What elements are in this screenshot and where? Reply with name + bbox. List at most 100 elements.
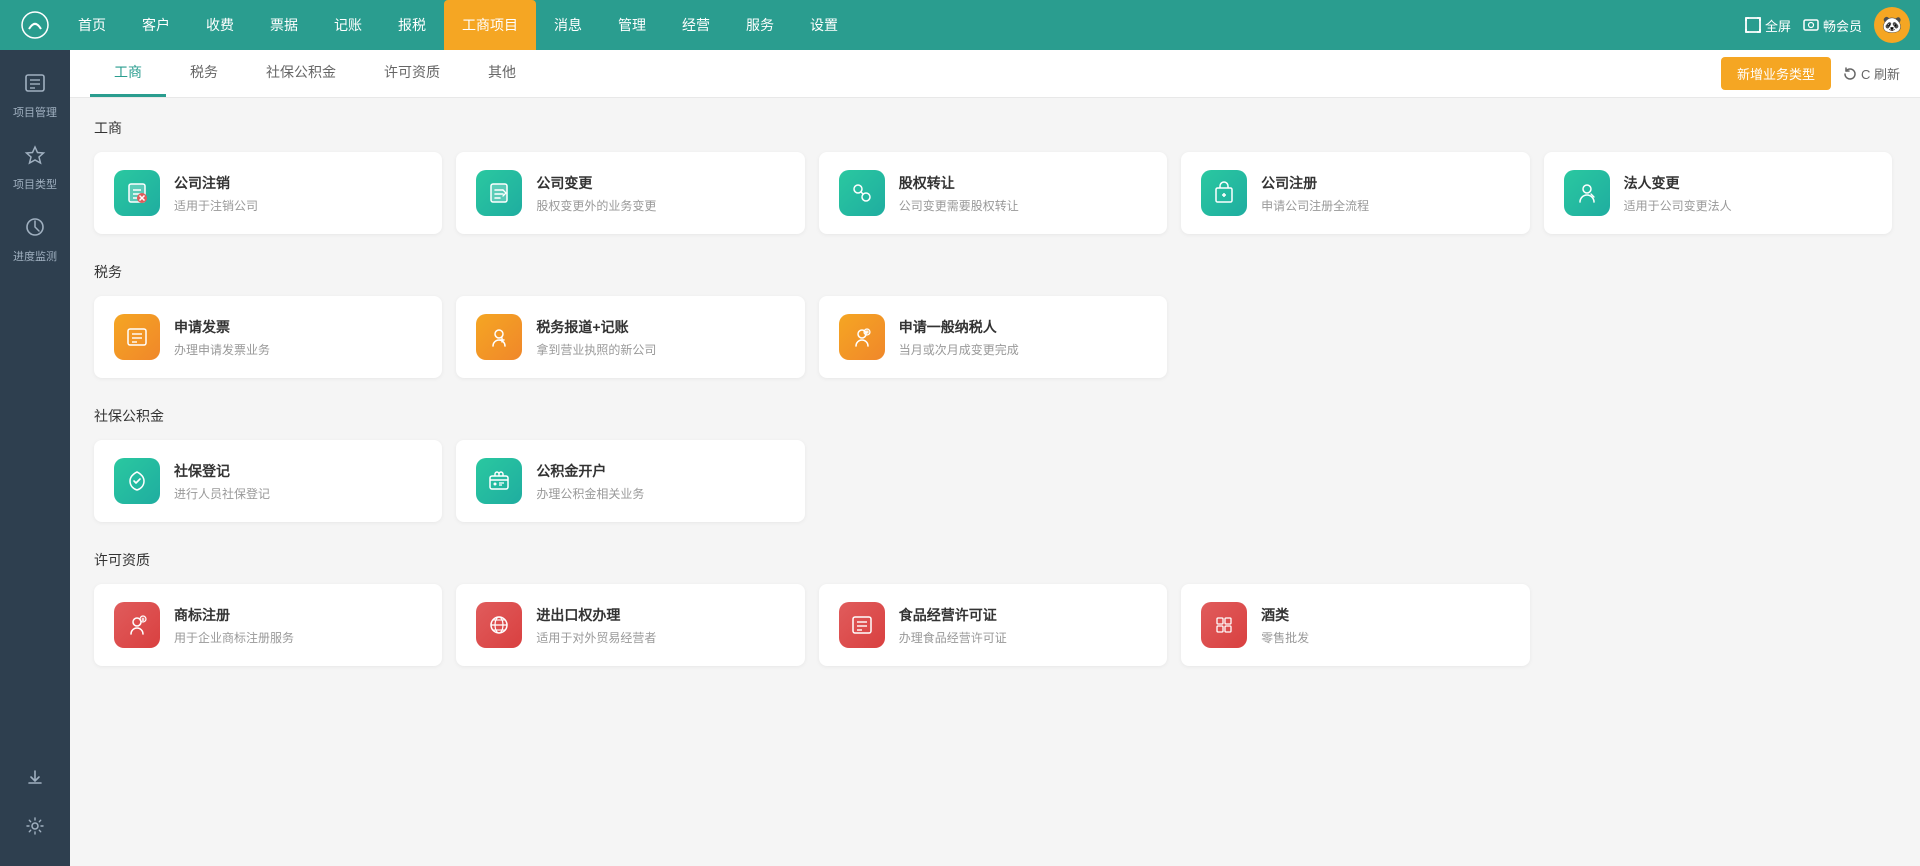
- card-icon-trademark: [114, 602, 160, 648]
- card-title-import-export: 进出口权办理: [536, 605, 656, 625]
- card-desc-legal-change: 适用于公司变更法人: [1624, 197, 1732, 214]
- section-title-shuiwu: 税务: [94, 262, 1896, 282]
- tab-shebao[interactable]: 社保公积金: [242, 50, 360, 97]
- card-company-cancel[interactable]: 公司注销 适用于注销公司: [94, 152, 442, 234]
- card-general-taxpayer[interactable]: 申请一般纳税人 当月或次月成变更完成: [819, 296, 1167, 378]
- card-trademark[interactable]: 商标注册 用于企业商标注册服务: [94, 584, 442, 666]
- nav-right: 全屏 畅会员 🐼: [1745, 7, 1910, 43]
- card-icon-liquor: [1201, 602, 1247, 648]
- section-title-xuke: 许可资质: [94, 550, 1896, 570]
- card-title-liquor: 酒类: [1261, 605, 1309, 625]
- add-type-button[interactable]: 新增业务类型: [1721, 57, 1831, 90]
- nav-operation[interactable]: 经营: [664, 0, 728, 50]
- tab-gongshang[interactable]: 工商: [90, 50, 166, 97]
- sidebar-label-progress: 进度监测: [13, 248, 57, 264]
- card-title-tax-report: 税务报道+记账: [536, 317, 656, 337]
- sidebar: 项目管理 项目类型 进度监测: [0, 50, 70, 866]
- tab-xuke[interactable]: 许可资质: [360, 50, 464, 97]
- nav-bill[interactable]: 票据: [252, 0, 316, 50]
- card-desc-social-insurance: 进行人员社保登记: [174, 485, 270, 502]
- card-text-company-cancel: 公司注销 适用于注销公司: [174, 173, 258, 214]
- card-title-company-register: 公司注册: [1261, 173, 1369, 193]
- refresh-button[interactable]: C 刷新: [1843, 64, 1900, 83]
- card-icon-equity-transfer: [839, 170, 885, 216]
- card-text-invoice-apply: 申请发票 办理申请发票业务: [174, 317, 270, 358]
- tab-shuiwu[interactable]: 税务: [166, 50, 242, 97]
- nav-fee[interactable]: 收费: [188, 0, 252, 50]
- nav-home[interactable]: 首页: [60, 0, 124, 50]
- card-title-legal-change: 法人变更: [1624, 173, 1732, 193]
- card-import-export[interactable]: 进出口权办理 适用于对外贸易经营者: [456, 584, 804, 666]
- tab-actions: 新增业务类型 C 刷新: [1721, 57, 1900, 90]
- nav-client[interactable]: 客户: [124, 0, 188, 50]
- nav-bizproject[interactable]: 工商项目: [444, 0, 536, 50]
- card-text-provident-fund: 公积金开户 办理公积金相关业务: [536, 461, 644, 502]
- nav-tax[interactable]: 报税: [380, 0, 444, 50]
- card-desc-company-cancel: 适用于注销公司: [174, 197, 258, 214]
- progress-icon: [24, 216, 46, 244]
- card-icon-import-export: [476, 602, 522, 648]
- card-icon-legal-change: [1564, 170, 1610, 216]
- app-logo: [10, 0, 60, 50]
- nav-message[interactable]: 消息: [536, 0, 600, 50]
- section-title-shebao: 社保公积金: [94, 406, 1896, 426]
- card-title-equity-transfer: 股权转让: [899, 173, 1019, 193]
- sidebar-label-project-type: 项目类型: [13, 176, 57, 192]
- card-text-liquor: 酒类 零售批发: [1261, 605, 1309, 646]
- cards-grid-shuiwu: 申请发票 办理申请发票业务 税务报道+记账 拿到营业执照的新: [94, 296, 1896, 378]
- top-navbar: 首页 客户 收费 票据 记账 报税 工商项目 消息 管理 经营 服务 设置 全屏…: [0, 0, 1920, 50]
- member-button[interactable]: 畅会员: [1803, 16, 1862, 35]
- content-area: 工商 税务 社保公积金 许可资质 其他 新增业务类型 C 刷新 工: [70, 50, 1920, 866]
- card-title-invoice-apply: 申请发票: [174, 317, 270, 337]
- card-company-register[interactable]: 公司注册 申请公司注册全流程: [1181, 152, 1529, 234]
- sidebar-item-progress[interactable]: 进度监测: [0, 204, 70, 276]
- card-liquor[interactable]: 酒类 零售批发: [1181, 584, 1529, 666]
- card-tax-report[interactable]: 税务报道+记账 拿到营业执照的新公司: [456, 296, 804, 378]
- fullscreen-button[interactable]: 全屏: [1745, 16, 1791, 35]
- card-icon-invoice-apply: [114, 314, 160, 360]
- member-label: 畅会员: [1823, 16, 1862, 35]
- card-title-social-insurance: 社保登记: [174, 461, 270, 481]
- card-desc-company-change: 股权变更外的业务变更: [536, 197, 656, 214]
- sidebar-item-project-type[interactable]: 项目类型: [0, 132, 70, 204]
- card-text-general-taxpayer: 申请一般纳税人 当月或次月成变更完成: [899, 317, 1019, 358]
- tab-other[interactable]: 其他: [464, 50, 540, 97]
- card-desc-tax-report: 拿到营业执照的新公司: [536, 341, 656, 358]
- card-icon-provident-fund: [476, 458, 522, 504]
- card-desc-company-register: 申请公司注册全流程: [1261, 197, 1369, 214]
- card-desc-import-export: 适用于对外贸易经营者: [536, 629, 656, 646]
- card-title-trademark: 商标注册: [174, 605, 294, 625]
- sidebar-settings-button[interactable]: [15, 806, 55, 846]
- refresh-label: C 刷新: [1861, 64, 1900, 83]
- sidebar-item-project-mgmt[interactable]: 项目管理: [0, 60, 70, 132]
- card-company-change[interactable]: 公司变更 股权变更外的业务变更: [456, 152, 804, 234]
- card-text-food-license: 食品经营许可证 办理食品经营许可证: [899, 605, 1007, 646]
- project-mgmt-icon: [24, 72, 46, 100]
- card-social-insurance[interactable]: 社保登记 进行人员社保登记: [94, 440, 442, 522]
- card-text-legal-change: 法人变更 适用于公司变更法人: [1624, 173, 1732, 214]
- card-text-import-export: 进出口权办理 适用于对外贸易经营者: [536, 605, 656, 646]
- card-text-company-change: 公司变更 股权变更外的业务变更: [536, 173, 656, 214]
- card-icon-company-change: [476, 170, 522, 216]
- card-invoice-apply[interactable]: 申请发票 办理申请发票业务: [94, 296, 442, 378]
- card-legal-change[interactable]: 法人变更 适用于公司变更法人: [1544, 152, 1892, 234]
- card-title-food-license: 食品经营许可证: [899, 605, 1007, 625]
- card-desc-food-license: 办理食品经营许可证: [899, 629, 1007, 646]
- cards-grid-xuke: 商标注册 用于企业商标注册服务: [94, 584, 1896, 666]
- card-icon-general-taxpayer: [839, 314, 885, 360]
- main-content: 工商 公司注销: [70, 98, 1920, 866]
- project-type-icon: [24, 144, 46, 172]
- nav-management[interactable]: 管理: [600, 0, 664, 50]
- nav-settings[interactable]: 设置: [792, 0, 856, 50]
- card-title-general-taxpayer: 申请一般纳税人: [899, 317, 1019, 337]
- fullscreen-label: 全屏: [1765, 16, 1791, 35]
- nav-service[interactable]: 服务: [728, 0, 792, 50]
- card-icon-company-register: [1201, 170, 1247, 216]
- card-equity-transfer[interactable]: 股权转让 公司变更需要股权转让: [819, 152, 1167, 234]
- nav-accounting[interactable]: 记账: [316, 0, 380, 50]
- card-food-license[interactable]: 食品经营许可证 办理食品经营许可证: [819, 584, 1167, 666]
- card-provident-fund[interactable]: 公积金开户 办理公积金相关业务: [456, 440, 804, 522]
- card-desc-provident-fund: 办理公积金相关业务: [536, 485, 644, 502]
- user-avatar[interactable]: 🐼: [1874, 7, 1910, 43]
- sidebar-download-button[interactable]: [15, 758, 55, 798]
